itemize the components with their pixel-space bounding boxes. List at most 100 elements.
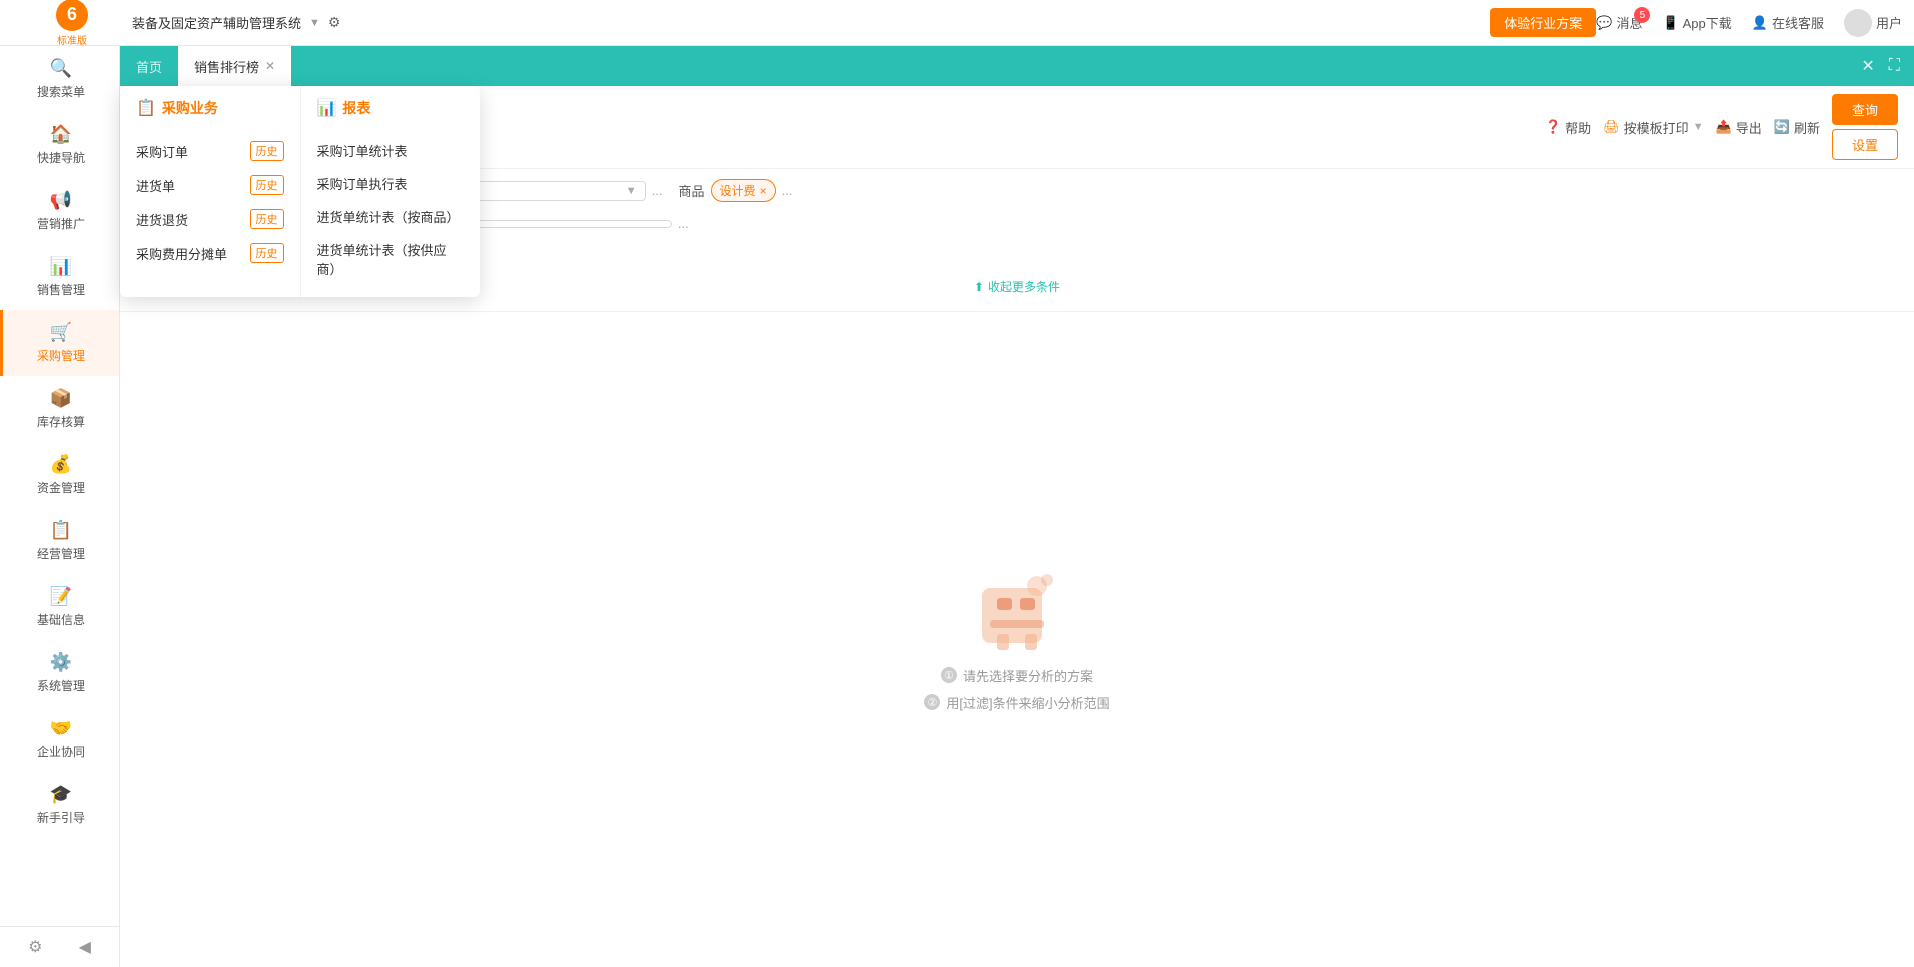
refresh-icon: 🔄 xyxy=(1774,119,1790,135)
finance-icon: 💰 xyxy=(50,454,72,475)
help-label: 帮助 xyxy=(1565,118,1591,137)
filter-goods: 商品 设计费 × ... xyxy=(679,179,879,202)
system-icon: ⚙️ xyxy=(50,652,72,673)
dropdown-item-report-3[interactable]: 进货单统计表（按商品） xyxy=(317,200,465,233)
sales-icon: 📊 xyxy=(50,256,72,277)
tab-sales-rank[interactable]: 销售排行榜 ✕ xyxy=(178,46,291,86)
filter-status-arrow: ▼ xyxy=(626,185,637,197)
system-dropdown-arrow[interactable]: ▼ xyxy=(309,17,320,29)
purchase-expense-label: 采购费用分摊单 xyxy=(136,244,227,263)
sidebar-item-marketing[interactable]: 📢 营销推广 xyxy=(0,178,119,244)
purchase-icon: 🛒 xyxy=(50,322,72,343)
messages-item[interactable]: 💬 消息 5 xyxy=(1596,13,1642,32)
operation-icon: 📋 xyxy=(50,520,72,541)
query-button[interactable]: 查询 xyxy=(1832,94,1898,125)
purchase-expense-history[interactable]: 历史 xyxy=(250,243,284,263)
help-button[interactable]: ❓ 帮助 xyxy=(1545,118,1591,137)
report-col-icon: 📊 xyxy=(317,98,337,118)
online-service-item[interactable]: 👤 在线客服 xyxy=(1752,13,1824,32)
settings-button[interactable]: 设置 xyxy=(1832,129,1898,160)
print-icon: 🖨 xyxy=(1603,119,1620,135)
purchase-return-history[interactable]: 历史 xyxy=(250,209,284,229)
app-download-item[interactable]: 📱 App下载 xyxy=(1662,13,1731,32)
user-item[interactable]: 用户 xyxy=(1844,9,1902,37)
purchase-return-label: 进货退货 xyxy=(136,210,188,229)
dropdown-report-col: 📊 报表 采购订单统计表 采购订单执行表 进货单统计表（按商品） 进货单统计表（… xyxy=(301,86,481,297)
empty-tip-1: ① 请先选择要分析的方案 xyxy=(941,666,1093,685)
system-title-text: 装备及固定资产辅助管理系统 xyxy=(132,13,301,32)
sidebar-item-quick[interactable]: 🏠 快捷导航 xyxy=(0,112,119,178)
dropdown-report-title: 📊 报表 xyxy=(317,98,465,124)
settings-bottom-icon[interactable]: ⚙ xyxy=(28,937,42,957)
sidebar-label-system: 系统管理 xyxy=(37,677,85,694)
empty-tip-2-text: 用[过滤]条件来缩小分析范围 xyxy=(946,693,1109,712)
empty-content: ① 请先选择要分析的方案 ② 用[过滤]条件来缩小分析范围 xyxy=(924,568,1109,712)
tab-bar-right: ✕ ⛶ xyxy=(1855,54,1914,78)
basic-icon: 📝 xyxy=(50,586,72,607)
export-button[interactable]: 📤 导出 xyxy=(1716,118,1762,137)
sidebar-item-inventory[interactable]: 📦 库存核算 xyxy=(0,376,119,442)
sidebar-label-operation: 经营管理 xyxy=(37,545,85,562)
dropdown-item-report-4[interactable]: 进货单统计表（按供应商） xyxy=(317,233,465,285)
sidebar-label-enterprise: 企业协同 xyxy=(37,743,85,760)
purchase-dropdown-menu: 📋 采购业务 采购订单 历史 进货单 历史 进货退货 历史 采购费用分摊单 历史… xyxy=(120,86,480,297)
filter-goods-tag-close[interactable]: × xyxy=(760,184,767,198)
message-icon: 💬 xyxy=(1596,15,1612,31)
report-2-label: 采购订单执行表 xyxy=(317,174,408,193)
filter-staff-dots[interactable]: ... xyxy=(678,216,689,231)
sidebar: 🔍 搜索菜单 🏠 快捷导航 📢 营销推广 📊 销售管理 🛒 采购管理 📦 库存核… xyxy=(0,46,120,967)
sidebar-item-search[interactable]: 🔍 搜索菜单 xyxy=(0,46,119,112)
home-icon: 🏠 xyxy=(50,124,72,145)
system-settings-icon[interactable]: ⚙ xyxy=(328,14,341,31)
purchase-in-label: 进货单 xyxy=(136,176,175,195)
dropdown-item-purchase-order[interactable]: 采购订单 历史 xyxy=(136,134,284,168)
purchase-order-history[interactable]: 历史 xyxy=(250,141,284,161)
app-label: App下载 xyxy=(1683,13,1732,32)
filter-goods-label: 商品 xyxy=(679,181,705,200)
sidebar-label-sales: 销售管理 xyxy=(37,281,85,298)
tab-home[interactable]: 首页 xyxy=(120,46,178,86)
filter-goods-dots[interactable]: ... xyxy=(782,183,793,198)
sidebar-item-sales[interactable]: 📊 销售管理 xyxy=(0,244,119,310)
dropdown-item-purchase-in[interactable]: 进货单 历史 xyxy=(136,168,284,202)
collapse-label: 收起更多条件 xyxy=(988,278,1060,295)
tab-expand-button[interactable]: ⛶ xyxy=(1883,55,1906,77)
sidebar-item-system[interactable]: ⚙️ 系统管理 xyxy=(0,640,119,706)
tab-home-label: 首页 xyxy=(136,57,162,76)
print-button[interactable]: 🖨 按模板打印 ▼ xyxy=(1603,118,1703,137)
print-arrow: ▼ xyxy=(1693,121,1704,133)
sidebar-item-operation[interactable]: 📋 经营管理 xyxy=(0,508,119,574)
sidebar-item-newbie[interactable]: 🎓 新手引导 xyxy=(0,772,119,838)
sidebar-item-basic[interactable]: 📝 基础信息 xyxy=(0,574,119,640)
sidebar-item-purchase[interactable]: 🛒 采购管理 xyxy=(0,310,119,376)
print-label: 按模板打印 xyxy=(1624,118,1689,137)
sidebar-item-enterprise[interactable]: 🤝 企业协同 xyxy=(0,706,119,772)
step-2-badge: ② xyxy=(924,694,940,710)
tab-close-icon[interactable]: ✕ xyxy=(265,59,275,73)
logo-subtitle: 标准版 xyxy=(57,32,87,47)
sidebar-label-marketing: 营销推广 xyxy=(37,215,85,232)
purchase-col-title-text: 采购业务 xyxy=(162,98,218,118)
logo-icon: 6 xyxy=(56,0,88,31)
export-icon: 📤 xyxy=(1716,119,1732,135)
filter-goods-tag: 设计费 × xyxy=(711,179,776,202)
filter-status-dots[interactable]: ... xyxy=(652,183,663,198)
tab-close-all-button[interactable]: ✕ xyxy=(1855,54,1880,78)
sidebar-label-finance: 资金管理 xyxy=(37,479,85,496)
dropdown-purchase-title: 📋 采购业务 xyxy=(136,98,284,124)
dropdown-item-report-2[interactable]: 采购订单执行表 xyxy=(317,167,465,200)
dropdown-item-purchase-expense[interactable]: 采购费用分摊单 历史 xyxy=(136,236,284,270)
dropdown-item-report-1[interactable]: 采购订单统计表 xyxy=(317,134,465,167)
dropdown-item-purchase-return[interactable]: 进货退货 历史 xyxy=(136,202,284,236)
report-4-label: 进货单统计表（按供应商） xyxy=(317,240,465,278)
empty-state: ① 请先选择要分析的方案 ② 用[过滤]条件来缩小分析范围 xyxy=(120,312,1914,967)
filter-staff-select[interactable] xyxy=(472,220,672,228)
export-label: 导出 xyxy=(1736,118,1762,137)
sidebar-item-finance[interactable]: 💰 资金管理 xyxy=(0,442,119,508)
purchase-col-icon: 📋 xyxy=(136,98,156,118)
purchase-in-history[interactable]: 历史 xyxy=(250,175,284,195)
collapse-icon[interactable]: ◀ xyxy=(79,937,91,957)
sidebar-label-search: 搜索菜单 xyxy=(37,83,85,100)
refresh-button[interactable]: 🔄 刷新 xyxy=(1774,118,1820,137)
industry-button[interactable]: 体验行业方案 xyxy=(1490,8,1596,37)
